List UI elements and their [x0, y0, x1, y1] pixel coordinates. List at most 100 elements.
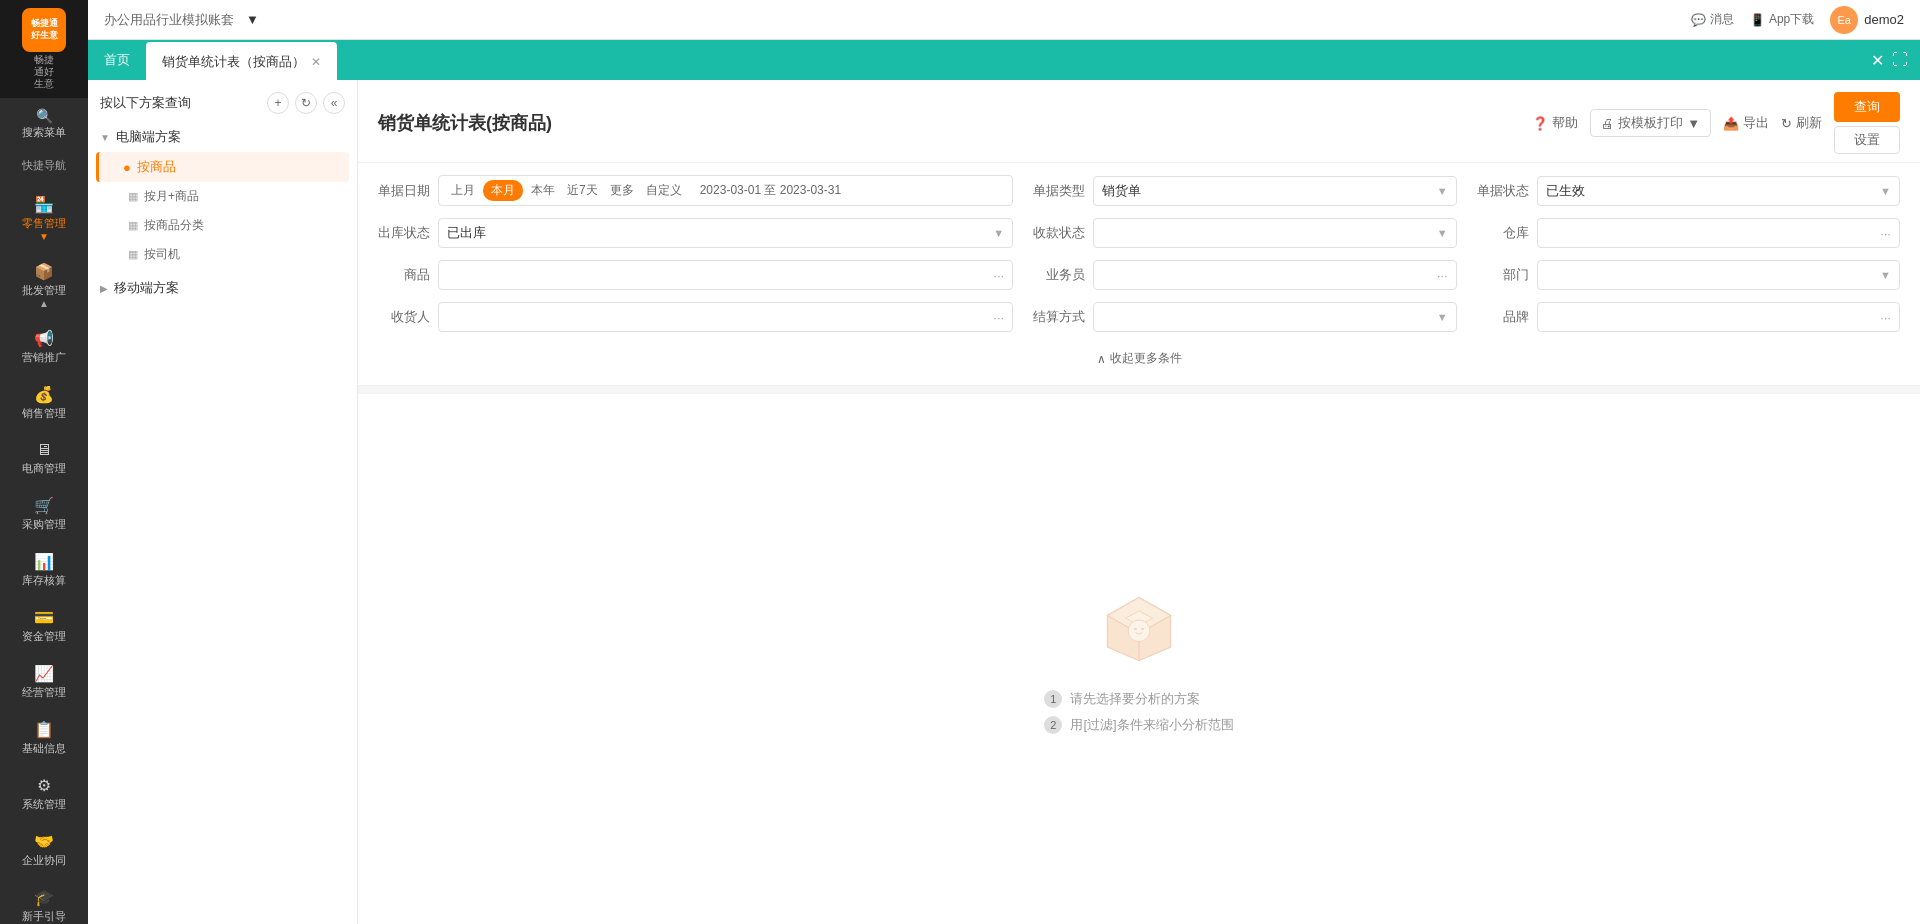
sidebar-quick-nav[interactable]: 快捷导航 [0, 150, 88, 181]
date-tab-this-month[interactable]: 本月 [483, 180, 523, 201]
tree-item-by-category[interactable]: ▦ 按商品分类 [96, 211, 349, 240]
date-control[interactable]: 上月 本月 本年 近7天 更多 自定义 2023-03-01 至 2023-03… [438, 175, 1013, 206]
department-control[interactable]: ▼ [1537, 260, 1900, 290]
sidebar-item-purchase[interactable]: 🛒 采购管理 [0, 486, 88, 542]
sidebar-search[interactable]: 🔍 搜索菜单 [0, 98, 88, 150]
tab-close-all-icon[interactable]: ✕ [1871, 51, 1884, 70]
user-menu[interactable]: Ea demo2 [1830, 6, 1904, 34]
filter-field-payment-method: 结算方式 ▼ [1033, 302, 1456, 332]
brand-control[interactable]: ··· [1537, 302, 1900, 332]
tab-expand-icon[interactable]: ⛶ [1892, 51, 1908, 69]
sidebar-item-wholesale[interactable]: 📦 批发管理 ▲ [0, 252, 88, 319]
left-panel-header: 按以下方案查询 + ↻ « [88, 80, 357, 122]
avatar-text: Ea [1838, 14, 1851, 26]
sidebar-item-inventory[interactable]: 📊 库存核算 [0, 542, 88, 598]
page-actions: ❓ 帮助 🖨 按模板打印 ▼ 📤 导出 ↻ 刷新 [1532, 92, 1900, 154]
date-tab-custom[interactable]: 自定义 [642, 180, 686, 201]
help-icon: ❓ [1532, 116, 1548, 131]
product-label: 商品 [378, 266, 438, 284]
brand-dots-icon[interactable]: ··· [1880, 310, 1891, 325]
refresh-label: 刷新 [1796, 114, 1822, 132]
warehouse-dots-icon[interactable]: ··· [1880, 226, 1891, 241]
refresh-scheme-button[interactable]: ↻ [295, 92, 317, 114]
sidebar-item-basicinfo[interactable]: 📋 基础信息 [0, 710, 88, 766]
tree-item-by-month-product[interactable]: ▦ 按月+商品 [96, 182, 349, 211]
sidebar-item-newbie[interactable]: 🎓 新手引导 [0, 878, 88, 924]
newbie-icon: 🎓 [34, 888, 54, 907]
export-label: 导出 [1743, 114, 1769, 132]
tree-group-pc-header[interactable]: ▼ 电脑端方案 [96, 122, 349, 152]
tab-home-label: 首页 [104, 51, 130, 69]
payment-method-control[interactable]: ▼ [1093, 302, 1456, 332]
sidebar-item-ecommerce[interactable]: 🖥 电商管理 [0, 431, 88, 486]
message-button[interactable]: 💬 消息 [1691, 11, 1734, 28]
filter-row-3: 商品 ··· 业务员 ··· [378, 260, 1900, 290]
date-tab-7days[interactable]: 近7天 [563, 180, 602, 201]
filter-field-warehouse: 仓库 ··· [1477, 218, 1900, 248]
export-button[interactable]: 📤 导出 [1723, 114, 1769, 132]
sidebar-item-enterprise[interactable]: 🤝 企业协同 [0, 822, 88, 878]
app-download-button[interactable]: 📱 App下载 [1750, 11, 1814, 28]
receiver-dots-icon[interactable]: ··· [993, 310, 1004, 325]
tab-close-icon[interactable]: ✕ [311, 55, 321, 69]
tree-item-by-product-label: 按商品 [137, 158, 176, 176]
sidebar-item-operation[interactable]: 📈 经营管理 [0, 654, 88, 710]
settings-button[interactable]: 设置 [1834, 126, 1900, 154]
page-title: 销货单统计表(按商品) [378, 111, 552, 135]
finance-icon: 💳 [34, 608, 54, 627]
sidebar-item-marketing[interactable]: 📢 营销推广 [0, 319, 88, 375]
left-panel-actions: + ↻ « [267, 92, 345, 114]
wholesale-icon: 📦 [34, 262, 54, 281]
tree-item-by-company[interactable]: ▦ 按司机 [96, 240, 349, 269]
help-button[interactable]: ❓ 帮助 [1532, 114, 1578, 132]
filter-field-receiver: 收货人 ··· [378, 302, 1013, 332]
hint-num-2: 2 [1044, 716, 1062, 734]
hint-text-2: 用[过滤]条件来缩小分析范围 [1070, 716, 1233, 734]
doc-status-arrow-icon: ▼ [1880, 185, 1891, 197]
doc-type-control[interactable]: 销货单 ▼ [1093, 176, 1456, 206]
empty-hint-2: 2 用[过滤]条件来缩小分析范围 [1044, 716, 1233, 734]
product-dots-icon[interactable]: ··· [993, 268, 1004, 283]
message-label: 消息 [1710, 11, 1734, 28]
doc-status-control[interactable]: 已生效 ▼ [1537, 176, 1900, 206]
collapse-panel-button[interactable]: « [323, 92, 345, 114]
date-range-text: 2023-03-01 至 2023-03-31 [700, 182, 841, 199]
sidebar-item-finance[interactable]: 💳 资金管理 [0, 598, 88, 654]
tree-subitem-label-2: 按商品分类 [144, 217, 204, 234]
tab-sales-stats[interactable]: 销货单统计表（按商品） ✕ [146, 42, 337, 82]
filter-field-brand: 品牌 ··· [1477, 302, 1900, 332]
salesperson-dots-icon[interactable]: ··· [1437, 268, 1448, 283]
sales-icon: 💰 [34, 385, 54, 404]
sidebar-item-sales[interactable]: 💰 销售管理 [0, 375, 88, 431]
receiver-control[interactable]: ··· [438, 302, 1013, 332]
sidebar-item-retail[interactable]: 🏪 零售管理 ▼ [0, 185, 88, 252]
tree-item-by-product[interactable]: ● 按商品 [96, 152, 349, 182]
query-button[interactable]: 查询 [1834, 92, 1900, 122]
sidebar-item-sysconfig[interactable]: ⚙ 系统管理 [0, 766, 88, 822]
doc-type-value: 销货单 [1102, 182, 1437, 200]
collapse-button[interactable]: ∧ 收起更多条件 [378, 344, 1900, 373]
breadcrumb-dropdown[interactable]: ▼ [246, 12, 259, 27]
date-tab-this-year[interactable]: 本年 [527, 180, 559, 201]
tree-subitem-label-3: 按司机 [144, 246, 180, 263]
payment-method-label: 结算方式 [1033, 308, 1093, 326]
dropdown-arrow: ▼ [246, 12, 259, 27]
template-print-button[interactable]: 🖨 按模板打印 ▼ [1590, 109, 1711, 137]
collect-status-control[interactable]: ▼ [1093, 218, 1456, 248]
out-status-control[interactable]: 已出库 ▼ [438, 218, 1013, 248]
collapse-label: 收起更多条件 [1110, 350, 1182, 367]
date-tab-more[interactable]: 更多 [606, 180, 638, 201]
warehouse-control[interactable]: ··· [1537, 218, 1900, 248]
product-control[interactable]: ··· [438, 260, 1013, 290]
salesperson-control[interactable]: ··· [1093, 260, 1456, 290]
collect-status-arrow-icon: ▼ [1437, 227, 1448, 239]
tree-subitem-label-1: 按月+商品 [144, 188, 199, 205]
add-scheme-button[interactable]: + [267, 92, 289, 114]
department-label: 部门 [1477, 266, 1537, 284]
refresh-button[interactable]: ↻ 刷新 [1781, 114, 1822, 132]
tab-home[interactable]: 首页 [88, 40, 146, 80]
tree-group-mobile: ▶ 移动端方案 [88, 273, 357, 303]
date-tab-last-month[interactable]: 上月 [447, 180, 479, 201]
date-tabs: 上月 本月 本年 近7天 更多 自定义 [447, 180, 686, 201]
tree-group-mobile-header[interactable]: ▶ 移动端方案 [96, 273, 349, 303]
